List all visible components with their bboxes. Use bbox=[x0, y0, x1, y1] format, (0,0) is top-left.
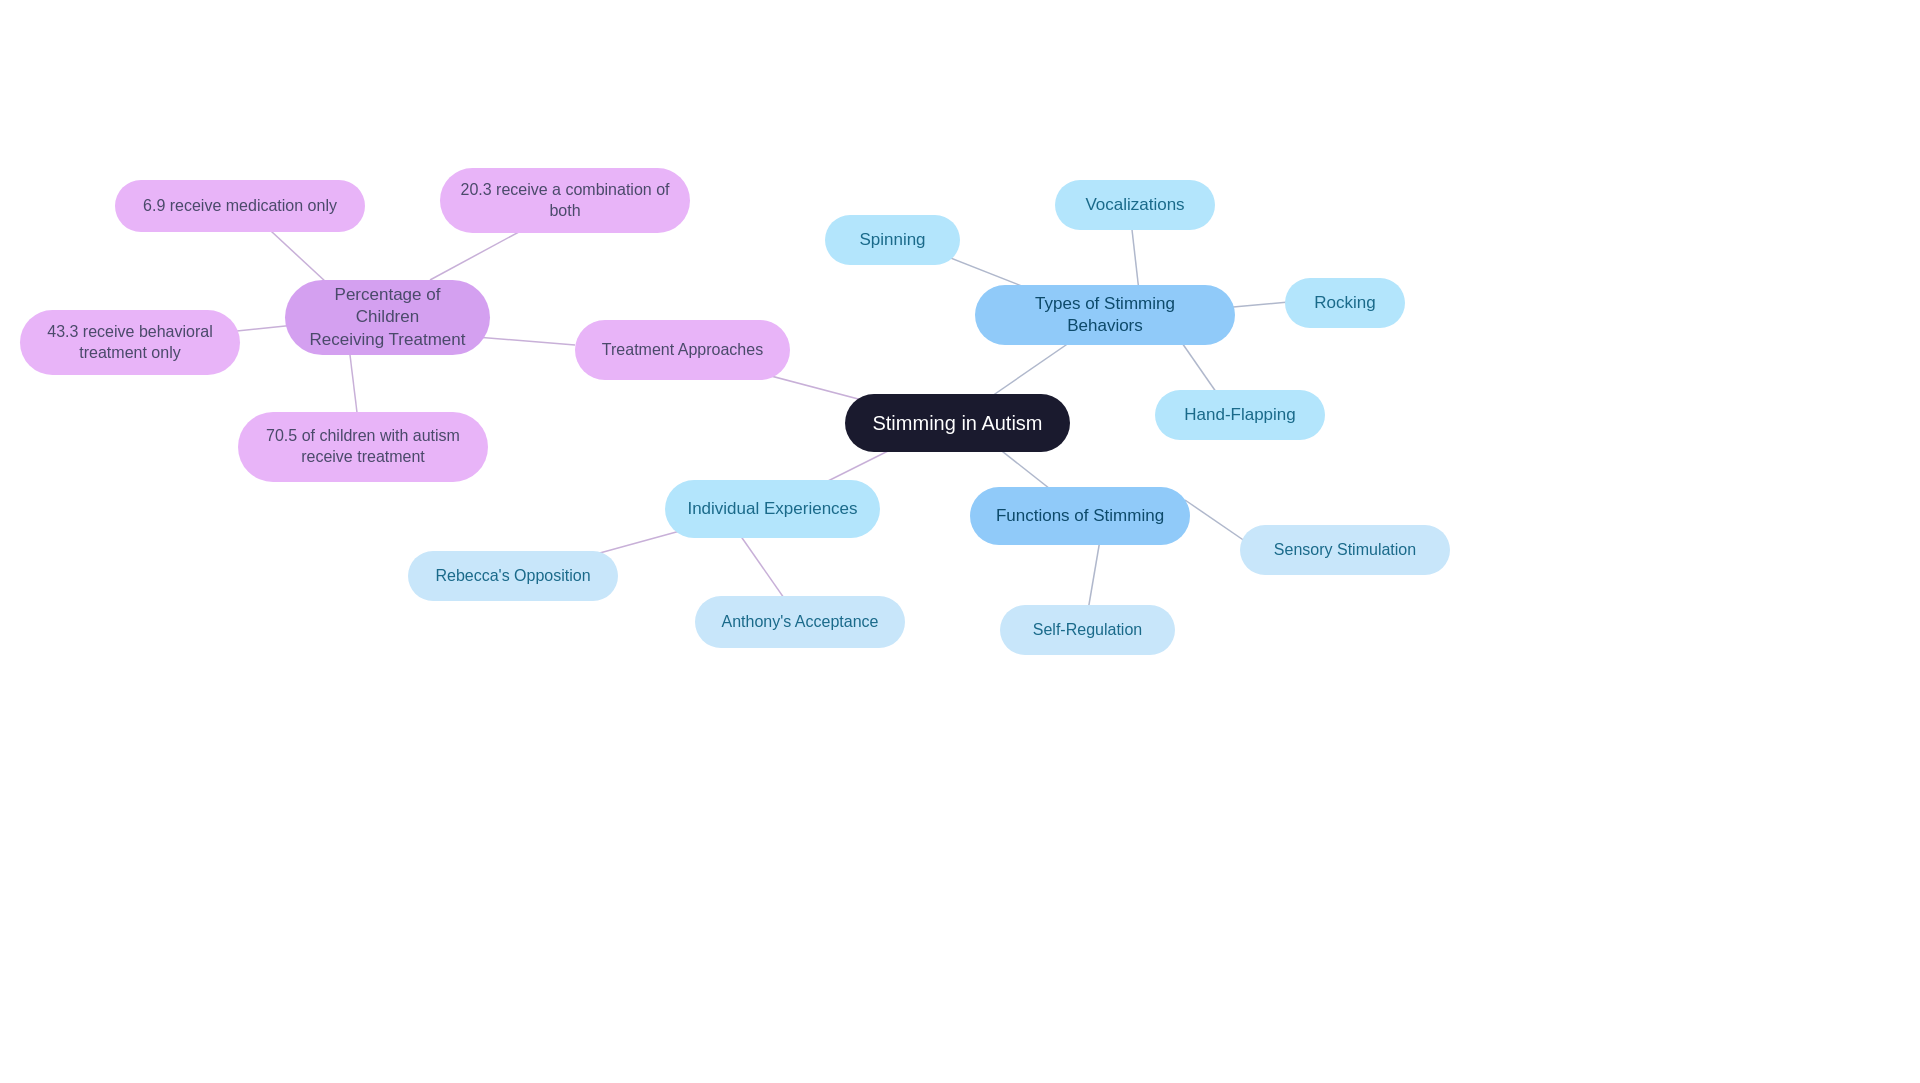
individual-experiences-node: Individual Experiences bbox=[665, 480, 880, 538]
combination-node: 20.3 receive a combination of both bbox=[440, 168, 690, 233]
anthonys-acceptance-node: Anthony's Acceptance bbox=[695, 596, 905, 648]
treatment-approaches-node: Treatment Approaches bbox=[575, 320, 790, 380]
spinning-node: Spinning bbox=[825, 215, 960, 265]
types-stimming-node: Types of Stimming Behaviors bbox=[975, 285, 1235, 345]
medication-only-node: 6.9 receive medication only bbox=[115, 180, 365, 232]
self-regulation-node: Self-Regulation bbox=[1000, 605, 1175, 655]
percentage-children-node: Percentage of Children Receiving Treatme… bbox=[285, 280, 490, 355]
rebeccas-opposition-node: Rebecca's Opposition bbox=[408, 551, 618, 601]
receive-treatment-node: 70.5 of children with autism receive tre… bbox=[238, 412, 488, 482]
functions-stimming-node: Functions of Stimming bbox=[970, 487, 1190, 545]
sensory-stimulation-node: Sensory Stimulation bbox=[1240, 525, 1450, 575]
hand-flapping-node: Hand-Flapping bbox=[1155, 390, 1325, 440]
behavioral-only-node: 43.3 receive behavioral treatment only bbox=[20, 310, 240, 375]
center-node: Stimming in Autism bbox=[845, 394, 1070, 452]
rocking-node: Rocking bbox=[1285, 278, 1405, 328]
vocalizations-node: Vocalizations bbox=[1055, 180, 1215, 230]
